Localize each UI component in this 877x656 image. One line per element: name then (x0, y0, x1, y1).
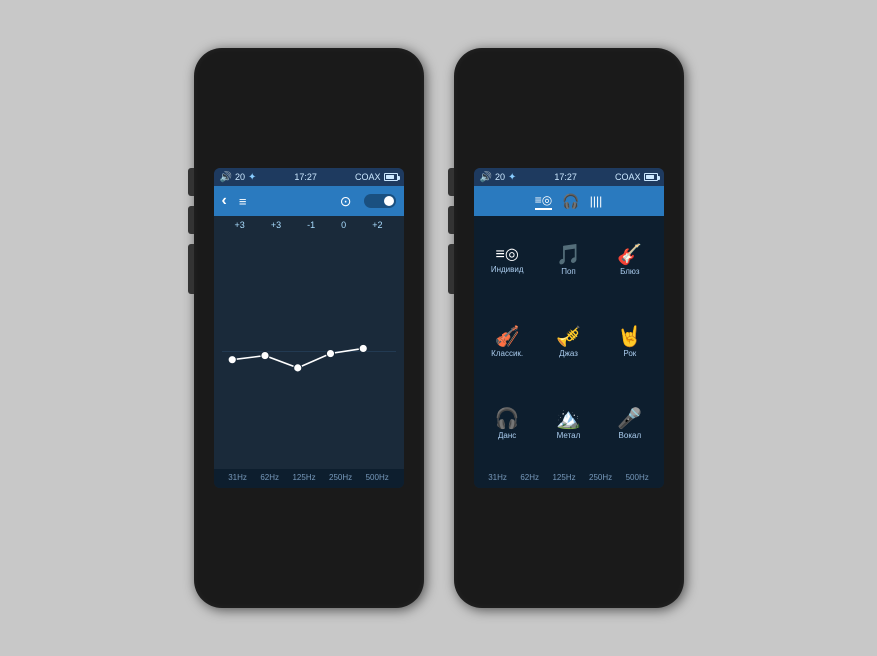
volume-icon: 🔊 (220, 172, 232, 183)
volume-value: 20 (235, 172, 245, 182)
play-button-r[interactable] (448, 244, 454, 294)
genre-classic[interactable]: 🎻 Классик. (478, 302, 537, 382)
eq-toolbar: ‹ ≡ ⊙ (214, 186, 404, 216)
time-display-r: 17:27 (554, 172, 577, 182)
eq-values: +3 +3 -1 0 +2 (214, 216, 404, 234)
device-right: 🔊 20 ✦ 17:27 COAX ≡◎ 🎧 |||| (454, 48, 684, 608)
eq-toggle[interactable] (364, 194, 396, 208)
eq-header-icon[interactable]: ≡◎ (535, 193, 552, 210)
genre-rock[interactable]: 🤘 Рок (600, 302, 659, 382)
individual-icon: ≡◎ (496, 247, 519, 263)
volume-down-button[interactable] (188, 206, 194, 234)
status-bar-left: 🔊 20 ✦ 17:27 COAX (214, 168, 404, 186)
eq-val-2: +3 (271, 220, 281, 230)
play-button[interactable] (188, 244, 194, 294)
genre-jazz[interactable]: 🎺 Джаз (539, 302, 598, 382)
battery-fill (386, 175, 394, 179)
pop-icon: 🎵 (556, 245, 581, 265)
classic-icon: 🎻 (495, 327, 520, 347)
freq-4: 250Hz (329, 473, 352, 482)
side-buttons-right (448, 168, 454, 294)
genre-freq-bar: 31Hz 62Hz 125Hz 250Hz 500Hz (474, 469, 664, 488)
rock-label: Рок (623, 349, 636, 358)
freq-3: 125Hz (292, 473, 315, 482)
status-left: 🔊 20 ✦ (220, 172, 257, 183)
genre-header: ≡◎ 🎧 |||| (474, 186, 664, 216)
eq-freq-bar: 31Hz 62Hz 125Hz 250Hz 500Hz (214, 469, 404, 488)
volume-value-r: 20 (495, 172, 505, 182)
status-right-left: 🔊 20 ✦ (480, 172, 517, 183)
vocal-icon: 🎤 (617, 409, 642, 429)
timer-icon[interactable]: ⊙ (340, 193, 352, 210)
output-label-r: COAX (615, 172, 641, 182)
genre-grid: ≡◎ Индивид 🎵 Поп 🎸 Блюз 🎻 Классик. 🎺 Джа… (474, 216, 664, 469)
genre-individual[interactable]: ≡◎ Индивид (478, 220, 537, 300)
vocal-label: Вокал (619, 431, 642, 440)
eq-toggle-knob (384, 196, 394, 206)
eq-val-3: -1 (307, 220, 315, 230)
genre-pop[interactable]: 🎵 Поп (539, 220, 598, 300)
time-display: 17:27 (294, 172, 317, 182)
status-right-right: COAX (615, 172, 658, 182)
classic-label: Классик. (491, 349, 523, 358)
dance-icon: 🎧 (495, 409, 520, 429)
gfreq-5: 500Hz (626, 473, 649, 482)
freq-5: 500Hz (366, 473, 389, 482)
volume-up-button[interactable] (188, 168, 194, 196)
freq-2: 62Hz (260, 473, 279, 482)
genre-header-scroll: ≡◎ 🎧 |||| (529, 193, 608, 210)
eq-val-4: 0 (341, 220, 346, 230)
genre-vocal[interactable]: 🎤 Вокал (600, 385, 659, 465)
output-label: COAX (355, 172, 381, 182)
gfreq-1: 31Hz (488, 473, 507, 482)
genre-blues[interactable]: 🎸 Блюз (600, 220, 659, 300)
jazz-label: Джаз (559, 349, 578, 358)
screen-left: 🔊 20 ✦ 17:27 COAX ‹ ≡ ⊙ +3 (214, 168, 404, 488)
volume-down-button-r[interactable] (448, 206, 454, 234)
status-right: COAX (355, 172, 398, 182)
device-left: 🔊 20 ✦ 17:27 COAX ‹ ≡ ⊙ +3 (194, 48, 424, 608)
metal-icon: 🏔️ (556, 409, 581, 429)
individual-label: Индивид (491, 265, 524, 274)
eq-val-5: +2 (372, 220, 382, 230)
volume-icon-r: 🔊 (480, 172, 492, 183)
pop-label: Поп (561, 267, 576, 276)
treble-header-icon[interactable]: |||| (590, 194, 602, 208)
gfreq-2: 62Hz (520, 473, 539, 482)
battery-fill-r (646, 175, 654, 179)
metal-label: Метал (557, 431, 581, 440)
eq-graph[interactable] (214, 234, 404, 469)
freq-1: 31Hz (228, 473, 247, 482)
eq-val-1: +3 (235, 220, 245, 230)
blues-label: Блюз (620, 267, 640, 276)
blues-icon: 🎸 (617, 245, 642, 265)
side-buttons-left (188, 168, 194, 294)
volume-up-button-r[interactable] (448, 168, 454, 196)
screen-right: 🔊 20 ✦ 17:27 COAX ≡◎ 🎧 |||| (474, 168, 664, 488)
rock-icon: 🤘 (617, 327, 642, 347)
bluetooth-icon-r: ✦ (508, 172, 516, 183)
gfreq-3: 125Hz (552, 473, 575, 482)
bluetooth-icon: ✦ (248, 172, 256, 183)
headphone-header-icon[interactable]: 🎧 (562, 193, 579, 210)
back-button[interactable]: ‹ (222, 192, 227, 210)
jazz-icon: 🎺 (556, 327, 581, 347)
battery-icon (384, 173, 398, 181)
gfreq-4: 250Hz (589, 473, 612, 482)
dance-label: Данс (498, 431, 516, 440)
genre-metal[interactable]: 🏔️ Метал (539, 385, 598, 465)
settings-icon[interactable]: ≡ (239, 194, 247, 209)
battery-icon-r (644, 173, 658, 181)
genre-dance[interactable]: 🎧 Данс (478, 385, 537, 465)
status-bar-right: 🔊 20 ✦ 17:27 COAX (474, 168, 664, 186)
